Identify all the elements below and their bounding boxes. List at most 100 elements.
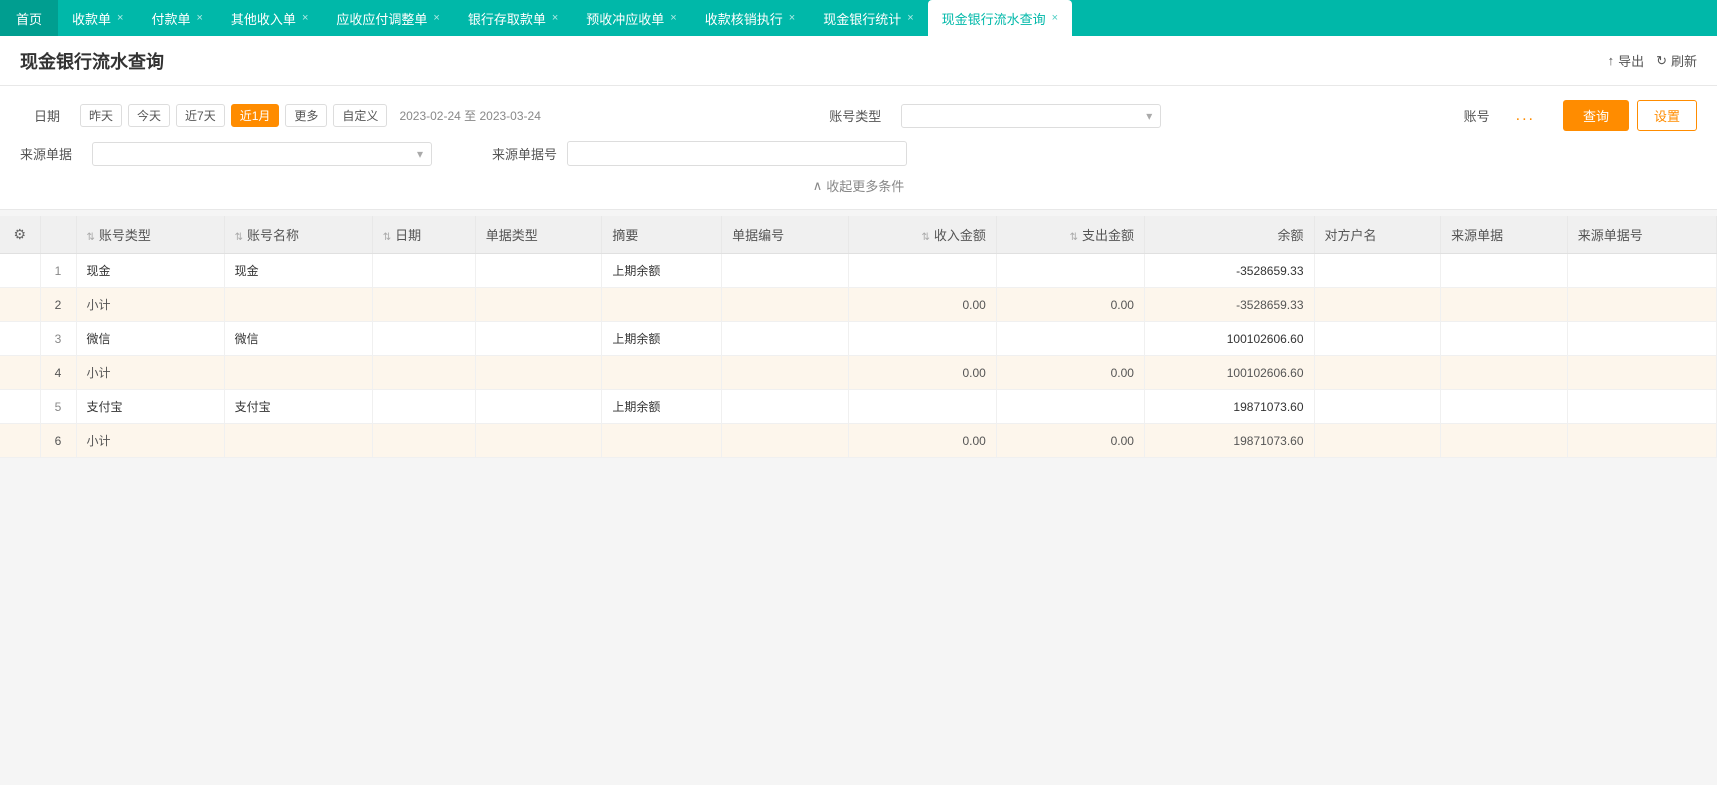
td-source-doc-num [1567,356,1716,390]
td-summary: 上期余额 [602,390,722,424]
date-btn-7days[interactable]: 近7天 [176,104,225,127]
td-settings [0,390,40,424]
td-doc-type [475,390,602,424]
th-counterpart: 对方户名 [1314,216,1441,254]
settings-button[interactable]: 设置 [1637,100,1697,131]
td-account-name [224,356,372,390]
table-header-row: ⚙ ⇅账号类型 ⇅账号名称 ⇅日期 单据类型 摘要 单据编号 ⇅收入金额 ⇅支出… [0,216,1717,254]
table-row: 1现金现金上期余额-3528659.33 [0,254,1717,288]
td-summary [602,356,722,390]
refresh-button[interactable]: ↻ 刷新 [1656,51,1697,70]
gear-icon[interactable]: ⚙ [13,226,26,242]
nav-tab-collection-exec[interactable]: 收款核销执行 × [691,0,809,36]
td-account-name: 现金 [224,254,372,288]
nav-tab-other-income[interactable]: 其他收入单 × [217,0,322,36]
account-type-select[interactable]: ▾ [901,104,1161,128]
th-date[interactable]: ⇅日期 [372,216,475,254]
td-account-name [224,424,372,458]
source-doc-select[interactable]: ▾ [92,142,432,166]
td-counterpart [1314,254,1441,288]
td-summary [602,424,722,458]
close-icon[interactable]: × [1052,12,1058,24]
th-settings[interactable]: ⚙ [0,216,40,254]
chevron-up-icon: ∧ [813,178,823,194]
td-date [372,288,475,322]
td-balance: 100102606.60 [1144,356,1314,390]
collapse-row: ∧ 收起更多条件 [20,176,1697,195]
td-source-doc [1441,254,1568,288]
more-dots[interactable]: ... [1516,107,1535,125]
date-btn-custom[interactable]: 自定义 [333,104,387,127]
export-button[interactable]: ↑ 导出 [1608,51,1645,70]
filter-area: 日期 昨天 今天 近7天 近1月 更多 自定义 2023-02-24 至 202… [0,86,1717,210]
close-icon[interactable]: × [552,12,558,24]
nav-tab-payments[interactable]: 付款单 × [137,0,216,36]
td-balance: 100102606.60 [1144,322,1314,356]
close-icon[interactable]: × [117,12,123,24]
td-index: 2 [40,288,76,322]
date-options: 昨天 今天 近7天 近1月 更多 自定义 2023-02-24 至 2023-0… [80,104,541,127]
td-source-doc-num [1567,424,1716,458]
td-summary: 上期余额 [602,254,722,288]
nav-tab-bank-deposit[interactable]: 银行存取款单 × [454,0,572,36]
td-counterpart [1314,356,1441,390]
td-income: 0.00 [848,356,996,390]
table-row: 6小计0.000.0019871073.60 [0,424,1717,458]
close-icon[interactable]: × [196,12,202,24]
refresh-icon: ↻ [1656,53,1667,69]
table-row: 3微信微信上期余额100102606.60 [0,322,1717,356]
close-icon[interactable]: × [789,12,795,24]
date-btn-more[interactable]: 更多 [285,104,327,127]
th-expense[interactable]: ⇅支出金额 [996,216,1144,254]
page-header: 现金银行流水查询 ↑ 导出 ↻ 刷新 [0,36,1717,86]
td-balance: 19871073.60 [1144,424,1314,458]
td-account-name [224,288,372,322]
nav-tab-cash-bank-flow[interactable]: 现金银行流水查询 × [928,0,1072,36]
td-doc-num [722,390,849,424]
td-doc-type [475,424,602,458]
th-account-name[interactable]: ⇅账号名称 [224,216,372,254]
td-source-doc-num [1567,390,1716,424]
td-summary [602,288,722,322]
td-expense [996,322,1144,356]
nav-tab-ar-ap-adjust[interactable]: 应收应付调整单 × [322,0,453,36]
chevron-down-icon-2: ▾ [417,147,423,161]
nav-home[interactable]: 首页 [0,0,58,36]
th-balance: 余额 [1144,216,1314,254]
collapse-button[interactable]: ∧ 收起更多条件 [813,176,905,195]
td-date [372,390,475,424]
td-doc-num [722,356,849,390]
close-icon[interactable]: × [670,12,676,24]
td-doc-num [722,424,849,458]
th-summary: 摘要 [602,216,722,254]
date-btn-yesterday[interactable]: 昨天 [80,104,122,127]
th-account-type[interactable]: ⇅账号类型 [76,216,224,254]
td-counterpart [1314,424,1441,458]
td-source-doc-num [1567,254,1716,288]
td-source-doc [1441,390,1568,424]
nav-tab-receipts[interactable]: 收款单 × [58,0,137,36]
date-btn-1month[interactable]: 近1月 [231,104,280,127]
close-icon[interactable]: × [433,12,439,24]
td-summary: 上期余额 [602,322,722,356]
td-doc-type [475,254,602,288]
date-btn-today[interactable]: 今天 [128,104,170,127]
source-doc-num-input[interactable] [567,141,907,166]
td-expense [996,390,1144,424]
td-source-doc [1441,356,1568,390]
source-doc-label: 来源单据 [20,144,72,163]
filter-row-date: 日期 昨天 今天 近7天 近1月 更多 自定义 2023-02-24 至 202… [20,100,1697,131]
td-date [372,424,475,458]
td-settings [0,322,40,356]
td-income [848,322,996,356]
nav-tab-cash-bank-stats[interactable]: 现金银行统计 × [809,0,927,36]
th-income[interactable]: ⇅收入金额 [848,216,996,254]
th-doc-num: 单据编号 [722,216,849,254]
source-doc-num-label: 来源单据号 [492,144,557,163]
td-expense: 0.00 [996,288,1144,322]
query-button[interactable]: 查询 [1563,100,1629,131]
td-income: 0.00 [848,424,996,458]
nav-tab-prepaid-offset[interactable]: 预收冲应收单 × [572,0,690,36]
close-icon[interactable]: × [907,12,913,24]
close-icon[interactable]: × [302,12,308,24]
